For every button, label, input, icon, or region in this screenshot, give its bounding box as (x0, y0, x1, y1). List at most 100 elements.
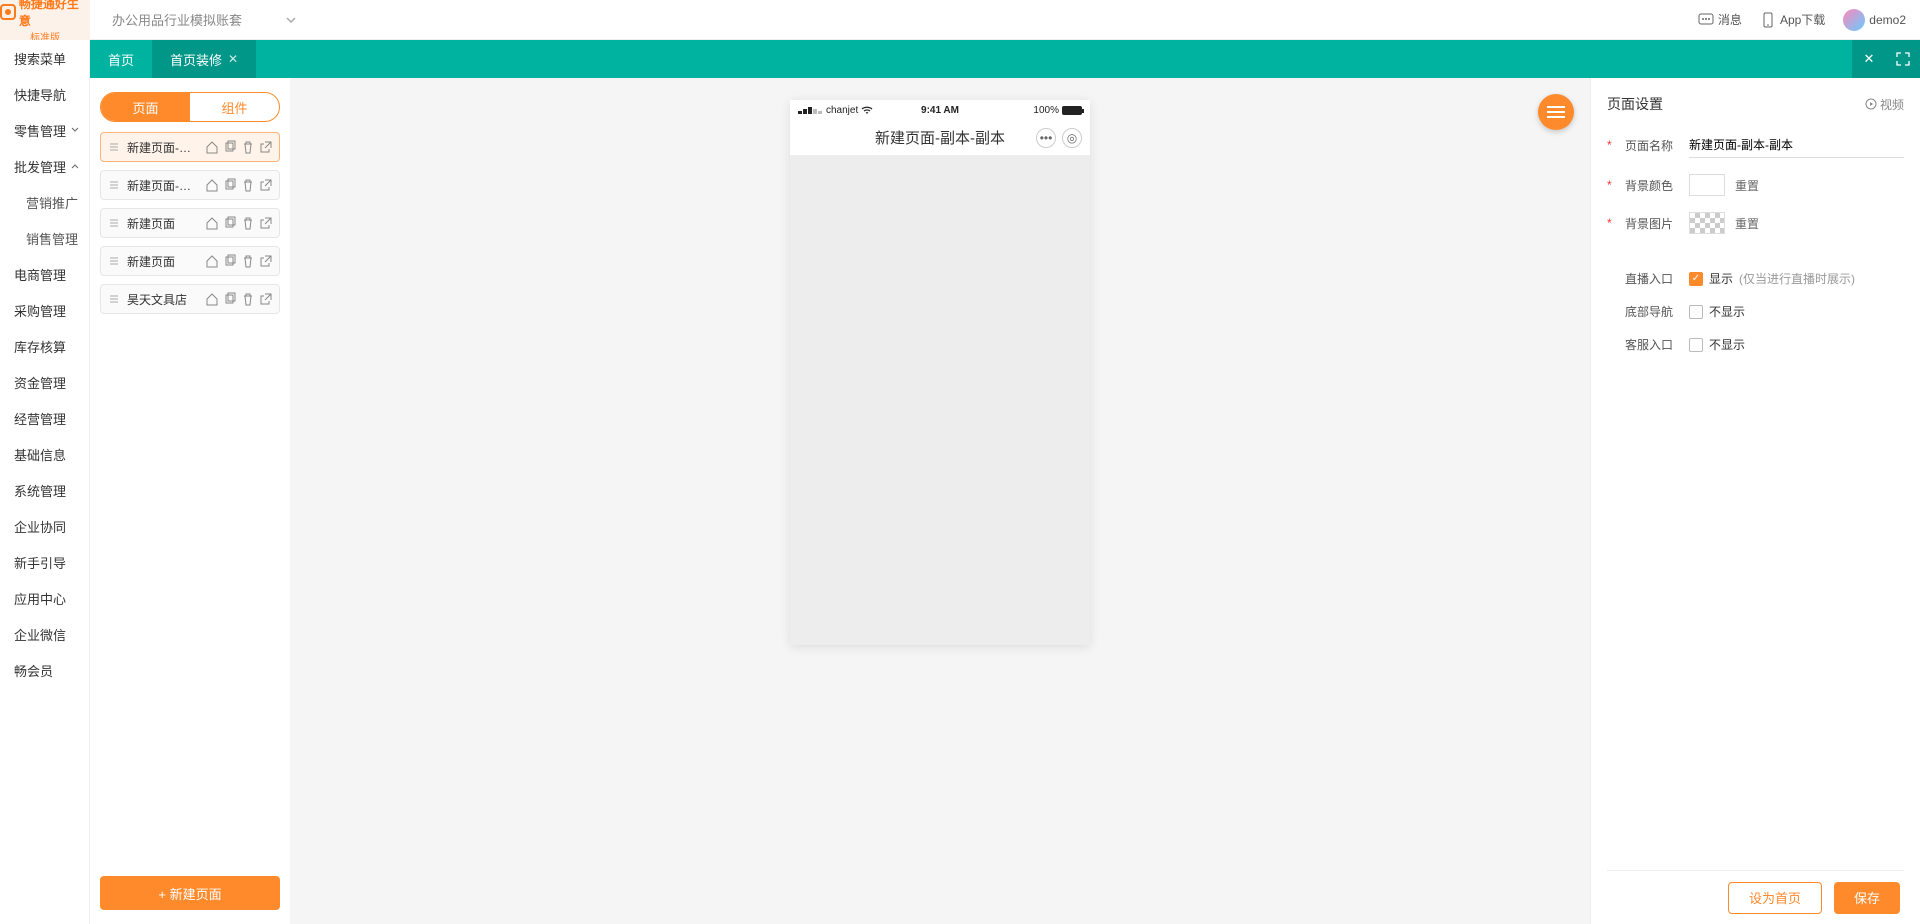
copy-icon[interactable] (223, 140, 237, 154)
sidebar-item-sales[interactable]: 销售管理 (0, 220, 89, 256)
page-row[interactable]: 新建页面 (100, 208, 280, 238)
account-name: 办公用品行业模拟账套 (112, 10, 242, 29)
chevron-down-icon (286, 17, 296, 23)
sidebar-item-operation[interactable]: 经营管理 (0, 400, 89, 436)
bg-image-swatch[interactable] (1689, 212, 1725, 234)
page-row-label: 新建页面 (127, 215, 199, 232)
tab-page-decorate[interactable]: 首页装修✕ (152, 40, 256, 78)
drag-icon[interactable] (107, 254, 121, 268)
page-row[interactable]: 新建页面 (100, 246, 280, 276)
message-icon (1698, 12, 1714, 28)
canvas: chanjet 9:41 AM 100% 新建页面-副本-副本 ••• ◎ (290, 78, 1590, 924)
brand-logo: 畅捷通好生意 标准版 (0, 0, 90, 40)
copy-icon[interactable] (223, 254, 237, 268)
drag-icon[interactable] (107, 292, 121, 306)
sidebar-item-inventory[interactable]: 库存核算 (0, 328, 89, 364)
save-button[interactable]: 保存 (1834, 882, 1900, 914)
label-service: 客服入口 (1625, 336, 1679, 353)
input-page-name[interactable] (1689, 132, 1904, 158)
drag-icon[interactable] (107, 216, 121, 230)
messages-link[interactable]: 消息 (1698, 11, 1742, 28)
delete-icon[interactable] (241, 292, 255, 306)
label-bg-color: 背景颜色 (1625, 177, 1679, 194)
share-icon[interactable] (259, 178, 273, 192)
sidebar-item-basicinfo[interactable]: 基础信息 (0, 436, 89, 472)
sidebar-item-wechat[interactable]: 企业微信 (0, 616, 89, 652)
phone-body[interactable] (790, 156, 1090, 645)
new-page-button[interactable]: + 新建页面 (100, 876, 280, 910)
phone-preview: chanjet 9:41 AM 100% 新建页面-副本-副本 ••• ◎ (790, 100, 1090, 645)
signal-icon (798, 107, 822, 114)
close-icon[interactable]: ✕ (228, 52, 238, 66)
set-home-button[interactable]: 设为首页 (1728, 882, 1822, 914)
sidebar-item-quicknav[interactable]: 快捷导航 (0, 76, 89, 112)
sidebar-item-ecommerce[interactable]: 电商管理 (0, 256, 89, 292)
brand-mark-icon (0, 4, 16, 20)
home-icon[interactable] (205, 292, 219, 306)
sidebar-item-wholesale[interactable]: 批发管理 (0, 148, 89, 184)
segment-components[interactable]: 组件 (190, 93, 279, 121)
user-menu[interactable]: demo2 (1843, 9, 1906, 31)
segment-control: 页面 组件 (100, 92, 280, 122)
bg-image-reset[interactable]: 重置 (1735, 215, 1759, 232)
share-icon[interactable] (259, 216, 273, 230)
home-icon[interactable] (205, 178, 219, 192)
miniapp-menu-icon[interactable]: ••• (1036, 128, 1056, 148)
sidebar-item-system[interactable]: 系统管理 (0, 472, 89, 508)
settings-panel: 页面设置 视频 * 页面名称 * 背景颜色 重置 (1590, 78, 1920, 924)
segment-pages[interactable]: 页面 (101, 93, 190, 121)
page-row[interactable]: 新建页面-副本... (100, 132, 280, 162)
sidebar-item-collab[interactable]: 企业协同 (0, 508, 89, 544)
sidebar-item-member[interactable]: 畅会员 (0, 652, 89, 688)
bg-color-reset[interactable]: 重置 (1735, 177, 1759, 194)
share-icon[interactable] (259, 292, 273, 306)
drag-icon[interactable] (107, 178, 121, 192)
tab-close-all-button[interactable]: ✕ (1852, 40, 1886, 78)
page-row-label: 新建页面 (127, 253, 199, 270)
share-icon[interactable] (259, 140, 273, 154)
phone-statusbar: chanjet 9:41 AM 100% (790, 100, 1090, 120)
checkbox-bottomnav-hide[interactable] (1689, 305, 1703, 319)
bottomnav-hide-label: 不显示 (1709, 303, 1745, 320)
home-icon[interactable] (205, 216, 219, 230)
sidebar-item-finance[interactable]: 资金管理 (0, 364, 89, 400)
sidebar-item-guide[interactable]: 新手引导 (0, 544, 89, 580)
delete-icon[interactable] (241, 254, 255, 268)
account-select[interactable]: 办公用品行业模拟账套 (104, 7, 304, 33)
sidebar-item-appcenter[interactable]: 应用中心 (0, 580, 89, 616)
share-icon[interactable] (259, 254, 273, 268)
copy-icon[interactable] (223, 178, 237, 192)
copy-icon[interactable] (223, 292, 237, 306)
page-row-label: 昊天文具店 (127, 291, 199, 308)
play-icon (1865, 98, 1877, 110)
copy-icon[interactable] (223, 216, 237, 230)
sidebar-item-marketing[interactable]: 营销推广 (0, 184, 89, 220)
drag-icon[interactable] (107, 140, 121, 154)
app-download-link[interactable]: App下载 (1760, 11, 1825, 28)
hamburger-icon (1547, 111, 1565, 113)
video-help-link[interactable]: 视频 (1865, 96, 1904, 113)
sidebar-item-search[interactable]: 搜索菜单 (0, 40, 89, 76)
page-row[interactable]: 新建页面-副本 (100, 170, 280, 200)
app-download-label: App下载 (1780, 11, 1825, 28)
messages-label: 消息 (1718, 11, 1742, 28)
delete-icon[interactable] (241, 216, 255, 230)
miniapp-close-icon[interactable]: ◎ (1062, 128, 1082, 148)
delete-icon[interactable] (241, 140, 255, 154)
canvas-menu-fab[interactable] (1538, 94, 1574, 130)
sidebar-item-purchase[interactable]: 采购管理 (0, 292, 89, 328)
page-row[interactable]: 昊天文具店 (100, 284, 280, 314)
delete-icon[interactable] (241, 178, 255, 192)
home-icon[interactable] (205, 140, 219, 154)
tab-home[interactable]: 首页 (90, 40, 152, 78)
phone-icon (1760, 12, 1776, 28)
top-bar: 畅捷通好生意 标准版 办公用品行业模拟账套 消息 App下载 demo2 (0, 0, 1920, 40)
checkbox-service-hide[interactable] (1689, 338, 1703, 352)
phone-nav-header: 新建页面-副本-副本 ••• ◎ (790, 120, 1090, 156)
sidebar-item-retail[interactable]: 零售管理 (0, 112, 89, 148)
fullscreen-button[interactable] (1886, 40, 1920, 78)
caret-up-icon (71, 162, 79, 170)
home-icon[interactable] (205, 254, 219, 268)
checkbox-live-show[interactable]: ✓ (1689, 272, 1703, 286)
bg-color-swatch[interactable] (1689, 174, 1725, 196)
